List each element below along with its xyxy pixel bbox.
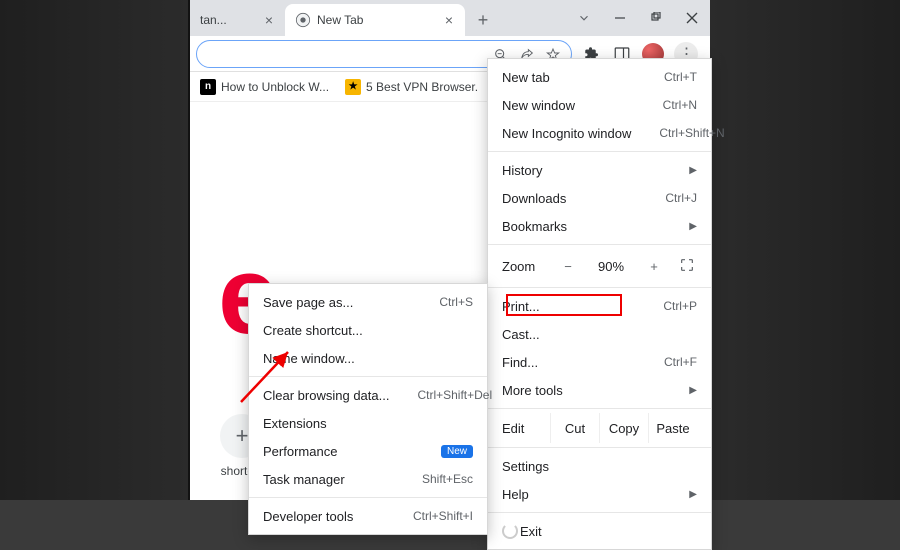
favicon-icon: n <box>200 79 216 95</box>
close-window-button[interactable] <box>674 0 710 36</box>
favicon-icon: ★ <box>345 79 361 95</box>
window-controls <box>566 0 710 36</box>
menu-edit-row: Edit Cut Copy Paste <box>488 413 711 443</box>
submenu-item-name-window[interactable]: Name window... <box>249 344 487 372</box>
submenu-item-extensions[interactable]: Extensions <box>249 409 487 437</box>
new-tab-button[interactable]: + <box>469 6 497 34</box>
menu-item-new-tab[interactable]: New tabCtrl+T <box>488 63 711 91</box>
chrome-main-menu: New tabCtrl+T New windowCtrl+N New Incog… <box>487 58 712 550</box>
tab-label: New Tab <box>317 13 363 27</box>
bookmark-label: 5 Best VPN Browser. <box>366 80 478 94</box>
bookmark-item[interactable]: ★ 5 Best VPN Browser. <box>341 77 482 97</box>
tab-label: tan... <box>200 13 227 27</box>
chevron-right-icon: ▶ <box>689 385 697 396</box>
menu-item-bookmarks[interactable]: Bookmarks▶ <box>488 212 711 240</box>
close-icon[interactable]: × <box>261 12 277 28</box>
menu-item-new-incognito[interactable]: New Incognito windowCtrl+Shift+N <box>488 119 711 147</box>
submenu-item-save-page[interactable]: Save page as...Ctrl+S <box>249 288 487 316</box>
menu-item-history[interactable]: History▶ <box>488 156 711 184</box>
chrome-icon <box>295 12 311 28</box>
tab-strip: tan... × New Tab × + <box>190 0 710 36</box>
maximize-button[interactable] <box>638 0 674 36</box>
menu-item-downloads[interactable]: DownloadsCtrl+J <box>488 184 711 212</box>
submenu-item-performance[interactable]: PerformanceNew <box>249 437 487 465</box>
menu-item-more-tools[interactable]: More tools▶ <box>488 376 711 404</box>
chevron-right-icon: ▶ <box>689 221 697 232</box>
paste-button[interactable]: Paste <box>648 413 697 443</box>
menu-item-cast[interactable]: Cast... <box>488 320 711 348</box>
menu-zoom-row: Zoom − 90% + <box>488 249 711 283</box>
menu-item-exit[interactable]: Exit <box>488 517 711 545</box>
photo-border-right <box>710 0 900 500</box>
cut-button[interactable]: Cut <box>550 413 599 443</box>
menu-item-settings[interactable]: Settings <box>488 452 711 480</box>
bookmark-label: How to Unblock W... <box>221 80 329 94</box>
tab-active[interactable]: New Tab × <box>285 4 465 36</box>
spinner-icon <box>502 523 518 539</box>
menu-item-print[interactable]: Print...Ctrl+P <box>488 292 711 320</box>
submenu-item-task-manager[interactable]: Task managerShift+Esc <box>249 465 487 493</box>
menu-item-find[interactable]: Find...Ctrl+F <box>488 348 711 376</box>
edit-label: Edit <box>502 421 550 436</box>
tab-search-button[interactable] <box>566 0 602 36</box>
minimize-button[interactable] <box>602 0 638 36</box>
new-badge: New <box>441 445 473 458</box>
zoom-value: 90% <box>593 259 629 274</box>
chevron-right-icon: ▶ <box>689 489 697 500</box>
zoom-label: Zoom <box>502 259 543 274</box>
menu-item-help[interactable]: Help▶ <box>488 480 711 508</box>
menu-item-new-window[interactable]: New windowCtrl+N <box>488 91 711 119</box>
close-icon[interactable]: × <box>441 12 457 28</box>
tab-inactive[interactable]: tan... × <box>190 4 285 36</box>
photo-border-left <box>0 0 190 500</box>
zoom-in-button[interactable]: + <box>643 259 665 274</box>
chevron-right-icon: ▶ <box>689 165 697 176</box>
bookmark-item[interactable]: n How to Unblock W... <box>196 77 333 97</box>
fullscreen-icon[interactable] <box>679 257 697 275</box>
submenu-item-clear-browsing-data[interactable]: Clear browsing data...Ctrl+Shift+Del <box>249 381 487 409</box>
copy-button[interactable]: Copy <box>599 413 648 443</box>
submenu-item-developer-tools[interactable]: Developer toolsCtrl+Shift+I <box>249 502 487 530</box>
submenu-item-create-shortcut[interactable]: Create shortcut... <box>249 316 487 344</box>
zoom-out-button[interactable]: − <box>557 259 579 274</box>
more-tools-submenu: Save page as...Ctrl+S Create shortcut...… <box>248 283 488 535</box>
